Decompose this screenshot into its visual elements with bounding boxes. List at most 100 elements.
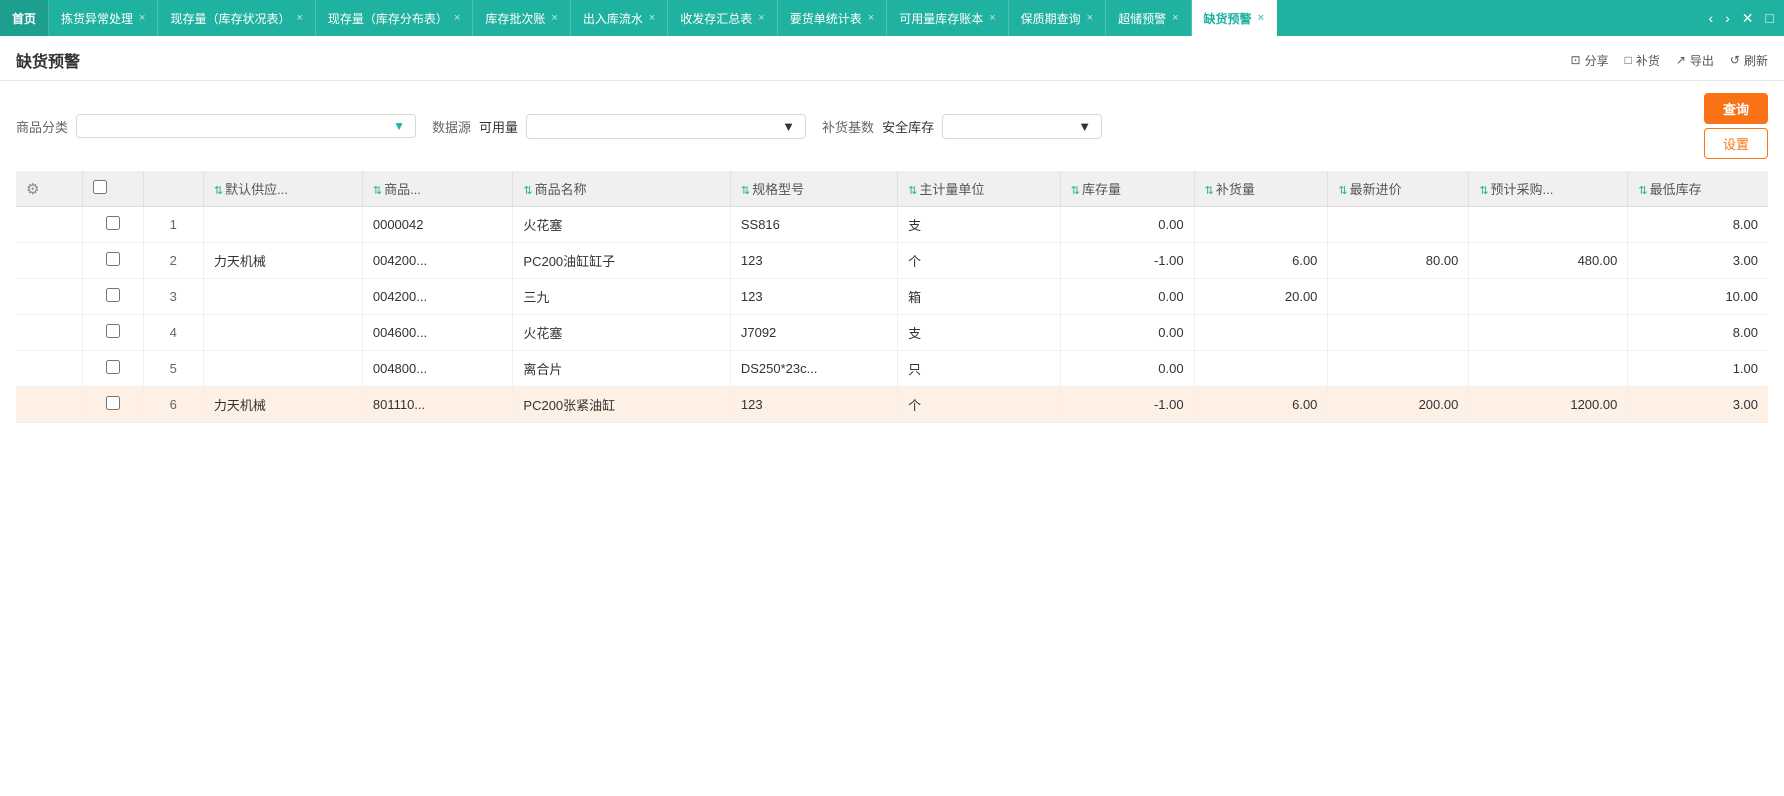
table-row: 5 004800... 离合片 DS250*23c... 只 0.00 1.00 (16, 351, 1768, 387)
checkbox-cell-6 (83, 387, 143, 423)
tab-close-icon[interactable]: × (649, 12, 655, 24)
unit-2: 个 (898, 243, 1061, 279)
tab-inventory-status[interactable]: 现存量（库存状况表）× (158, 0, 315, 36)
data-source-arrow: ▼ (782, 119, 795, 134)
tab-close-icon[interactable]: × (758, 12, 764, 24)
share-icon: ⊡ (1571, 53, 1581, 67)
close-window-btn[interactable]: ✕ (1736, 8, 1760, 29)
estimated-purchase-1 (1469, 207, 1628, 243)
spec-6: 123 (730, 387, 897, 423)
row-checkbox-5[interactable] (106, 360, 120, 374)
tab-label: 收发存汇总表 (680, 10, 752, 27)
supplier-2: 力天机械 (203, 243, 362, 279)
tab-close-icon[interactable]: × (454, 12, 460, 24)
row-num-5: 5 (143, 351, 203, 387)
header-actions: ⊡ 分享 □ 补货 ↗ 导出 ↺ 刷新 (1571, 52, 1769, 69)
column-min-stock[interactable]: ⇅最低库存 (1628, 171, 1768, 207)
replenish-basis-select[interactable]: ▼ (942, 114, 1102, 139)
select-all-checkbox[interactable] (93, 180, 107, 194)
tab-inout-flow[interactable]: 出入库流水× (571, 0, 668, 36)
supplier-1 (203, 207, 362, 243)
product-name-1: 火花塞 (513, 207, 730, 243)
column-product-name[interactable]: ⇅商品名称 (513, 171, 730, 207)
export-icon: ↗ (1676, 53, 1686, 67)
refresh-icon: ↺ (1730, 53, 1740, 67)
table-header-row: ⚙ ⇅默认供应... ⇅商品... ⇅商品名称 (16, 171, 1768, 207)
tab-close-icon[interactable]: × (139, 12, 145, 24)
unit-5: 只 (898, 351, 1061, 387)
supplier-4 (203, 315, 362, 351)
replenish-qty-1 (1194, 207, 1328, 243)
checkbox-cell-2 (83, 243, 143, 279)
tab-close-icon[interactable]: × (1172, 12, 1178, 24)
settings-button[interactable]: 设置 (1704, 128, 1768, 159)
action-buttons: 查询 设置 (1704, 93, 1768, 159)
gear-cell-2 (16, 243, 83, 279)
unit-1: 支 (898, 207, 1061, 243)
column-unit[interactable]: ⇅主计量单位 (898, 171, 1061, 207)
tab-close-icon[interactable]: × (551, 12, 557, 24)
replenish-button[interactable]: □ 补货 (1625, 52, 1660, 69)
prev-tab-btn[interactable]: ‹ (1702, 8, 1719, 28)
spec-2: 123 (730, 243, 897, 279)
tab-exception[interactable]: 拣货异常处理× (49, 0, 158, 36)
row-checkbox-2[interactable] (106, 252, 120, 266)
row-num-2: 2 (143, 243, 203, 279)
row-checkbox-6[interactable] (106, 396, 120, 410)
maximize-btn[interactable]: □ (1760, 8, 1780, 28)
tab-batch-account[interactable]: 库存批次账 × (473, 0, 570, 36)
tab-shortage-warning[interactable]: 缺货预警× (1192, 0, 1277, 36)
gear-icon[interactable]: ⚙ (26, 181, 39, 198)
tab-available-ledger[interactable]: 可用量库存账本× (887, 0, 1008, 36)
gear-cell-4 (16, 315, 83, 351)
gear-cell-6 (16, 387, 83, 423)
product-name-4: 火花塞 (513, 315, 730, 351)
data-source-select[interactable]: ▼ (526, 114, 806, 139)
column-default-supplier[interactable]: ⇅默认供应... (203, 171, 362, 207)
refresh-button[interactable]: ↺ 刷新 (1730, 52, 1768, 69)
column-estimated-purchase[interactable]: ⇅预计采购... (1469, 171, 1628, 207)
row-checkbox-1[interactable] (106, 216, 120, 230)
stock-qty-6: -1.00 (1060, 387, 1194, 423)
supplier-3 (203, 279, 362, 315)
page-header: 缺货预警 ⊡ 分享 □ 补货 ↗ 导出 ↺ 刷新 (0, 36, 1784, 81)
tab-close-icon[interactable]: × (989, 12, 995, 24)
data-source-value: 可用量 (479, 117, 518, 136)
tab-demand-stats[interactable]: 要货单统计表× (778, 0, 887, 36)
tab-home[interactable]: 首页 (0, 0, 49, 36)
column-spec[interactable]: ⇅规格型号 (730, 171, 897, 207)
latest-price-1 (1328, 207, 1469, 243)
share-button[interactable]: ⊡ 分享 (1571, 52, 1609, 69)
replenish-qty-6: 6.00 (1194, 387, 1328, 423)
query-button[interactable]: 查询 (1704, 93, 1768, 124)
export-button[interactable]: ↗ 导出 (1676, 52, 1714, 69)
row-checkbox-3[interactable] (106, 288, 120, 302)
replenish-qty-3: 20.00 (1194, 279, 1328, 315)
row-checkbox-4[interactable] (106, 324, 120, 338)
tab-close-icon[interactable]: × (1087, 12, 1093, 24)
estimated-purchase-5 (1469, 351, 1628, 387)
latest-price-4 (1328, 315, 1469, 351)
tab-close-icon[interactable]: × (868, 12, 874, 24)
tab-nav-buttons: ‹ › ✕ □ (1702, 8, 1784, 29)
replenish-basis-group: 补货基数 安全库存 ▼ (822, 114, 1102, 139)
product-category-select[interactable]: ▼ (76, 114, 416, 138)
next-tab-btn[interactable]: › (1719, 8, 1736, 28)
tab-collect-summary[interactable]: 收发存汇总表 × (668, 0, 777, 36)
tab-close-icon[interactable]: × (1258, 12, 1264, 24)
tab-overstock-warning[interactable]: 超储预警× (1106, 0, 1191, 36)
tab-close-icon[interactable]: × (296, 12, 302, 24)
column-stock-qty[interactable]: ⇅库存量 (1060, 171, 1194, 207)
tab-expiry-query[interactable]: 保质期查询× (1009, 0, 1106, 36)
tab-label: 库存批次账 (485, 10, 545, 27)
column-latest-price[interactable]: ⇅最新进价 (1328, 171, 1469, 207)
tab-inventory-dist[interactable]: 现存量（库存分布表）× (316, 0, 473, 36)
gear-cell-3 (16, 279, 83, 315)
spec-4: J7092 (730, 315, 897, 351)
min-sort-icon: ⇅ (1638, 185, 1647, 197)
column-product-code[interactable]: ⇅商品... (362, 171, 513, 207)
estimated-purchase-2: 480.00 (1469, 243, 1628, 279)
row-num-1: 1 (143, 207, 203, 243)
column-replenish-qty[interactable]: ⇅补货量 (1194, 171, 1328, 207)
main-content: 缺货预警 ⊡ 分享 □ 补货 ↗ 导出 ↺ 刷新 商品分类 (0, 36, 1784, 796)
